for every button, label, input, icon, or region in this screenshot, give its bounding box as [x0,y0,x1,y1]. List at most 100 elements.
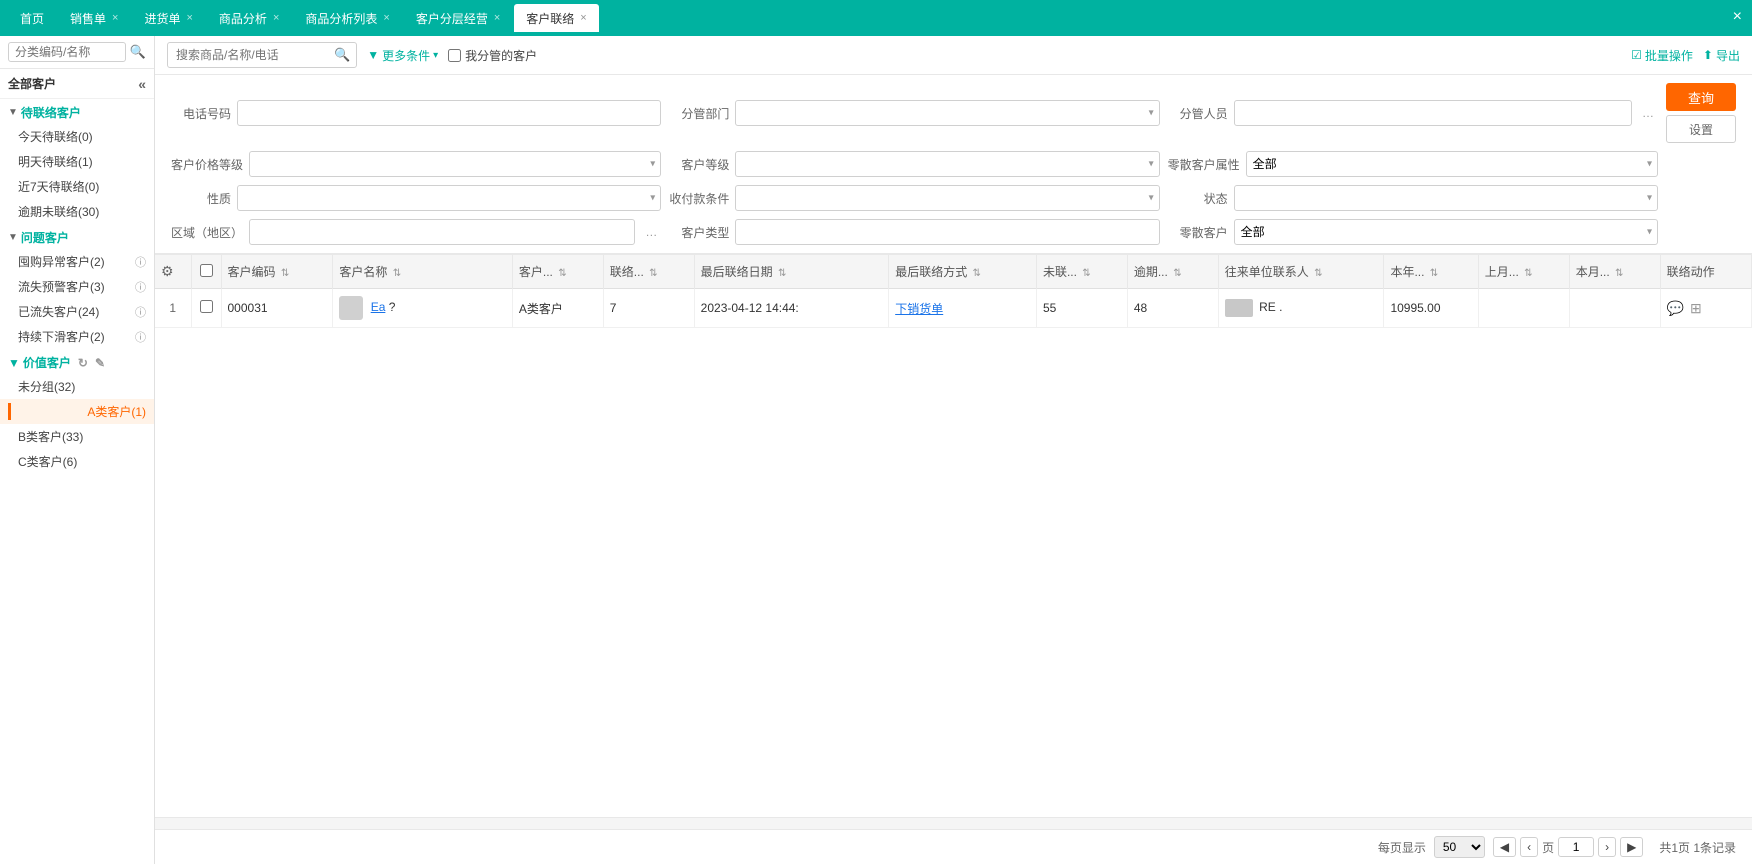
td-overdue: 48 [1127,289,1218,328]
info-icon-declining[interactable]: ⓘ [135,329,146,345]
chat-icon[interactable]: 💬 [1667,300,1684,317]
tab-customer-tier[interactable]: 客户分层经营 × [404,4,512,32]
th-this-month-sort[interactable]: ⇅ [1615,268,1623,279]
sidebar-item-tomorrow[interactable]: 明天待联络(1) [0,149,154,174]
th-overdue-sort[interactable]: ⇅ [1173,268,1181,279]
page-prev-btn[interactable]: ‹ [1520,837,1538,857]
table-settings-icon[interactable]: ⚙ [161,263,174,279]
filter-more-arrow: ▾ [433,50,438,61]
th-uncontacted-sort[interactable]: ⇅ [1082,268,1090,279]
group-problem[interactable]: ▼ 问题客户 [0,224,154,249]
filter-status-select[interactable] [1234,185,1658,211]
filter-dept-select[interactable] [735,100,1159,126]
filter-phone-input[interactable] [237,100,661,126]
per-page-select[interactable]: 50 100 200 [1434,836,1485,858]
table-row: 1 000031 Ea ? A类客户 7 2023-04-12 14:44: [155,289,1752,328]
batch-op-btn[interactable]: ☑ 批量操作 [1631,47,1693,64]
tab-goods-analysis[interactable]: 商品分析 × [207,4,291,32]
all-customers-label: 全部客户 [8,75,56,92]
td-last-date: 2023-04-12 14:44: [694,289,889,328]
sidebar-search-icon[interactable]: 🔍 [130,44,146,60]
tab-home[interactable]: 首页 [8,4,56,32]
th-last-date: 最后联络日期 ⇅ [694,255,889,289]
filter-nature-select[interactable] [237,185,661,211]
td-name-text[interactable]: Ea [371,300,386,314]
tab-home-label: 首页 [20,10,44,27]
td-actions: 💬 ⊞ [1660,289,1751,328]
sidebar-search-input[interactable] [8,42,126,62]
filter-retail-label: 零散客户 [1168,224,1228,241]
filter-dept-label: 分管部门 [669,105,729,122]
filter-region-dots[interactable]: … [641,225,661,239]
filter-person-input[interactable] [1234,100,1632,126]
sidebar-item-class-a[interactable]: A类客户(1) [0,399,154,424]
toolbar-search-button[interactable]: 🔍 [328,47,356,63]
qr-icon[interactable]: ⊞ [1690,300,1702,317]
tab-goods-list[interactable]: 商品分析列表 × [293,4,401,32]
tab-purchase-label: 进货单 [144,10,180,27]
sidebar-item-hoarding[interactable]: 囤购异常客户(2) ⓘ [0,249,154,274]
tab-purchase[interactable]: 进货单 × [132,4,204,32]
filter-cust-level-select[interactable] [735,151,1159,177]
tab-sales-close[interactable]: × [112,12,118,24]
filter-region: 区域（地区） … [171,219,661,245]
filter-payment-select[interactable] [735,185,1159,211]
sidebar-item-today[interactable]: 今天待联络(0) [0,124,154,149]
filter-retail-select[interactable]: 全部 [1234,219,1658,245]
toolbar-search-input[interactable] [168,48,328,62]
horizontal-scrollbar[interactable] [155,817,1752,829]
page-last-btn[interactable]: ▶ [1620,837,1643,857]
filter-region-input[interactable] [249,219,635,245]
group-pending-contact[interactable]: ▼ 待联络客户 [0,99,154,124]
sidebar-item-7days[interactable]: 近7天待联络(0) [0,174,154,199]
select-all-checkbox[interactable] [200,264,213,277]
tab-customer-contact-close[interactable]: × [580,12,586,24]
sidebar-item-class-c[interactable]: C类客户(6) [0,449,154,474]
th-last-date-sort[interactable]: ⇅ [778,268,786,279]
query-button[interactable]: 查询 [1666,83,1736,111]
sidebar-item-class-b[interactable]: B类客户(33) [0,424,154,449]
page-number-input[interactable] [1558,837,1594,857]
sidebar-item-declining[interactable]: 持续下滑客户(2) ⓘ [0,324,154,349]
export-btn[interactable]: ⬆ 导出 [1703,47,1740,64]
th-contact-person-sort[interactable]: ⇅ [1314,268,1322,279]
th-contact-sort[interactable]: ⇅ [649,268,657,279]
tab-goods-list-close[interactable]: × [383,12,389,24]
sidebar-item-churned[interactable]: 已流失客户(24) ⓘ [0,299,154,324]
th-code-sort[interactable]: ⇅ [281,268,289,279]
filter-more-btn[interactable]: ▼ 更多条件 ▾ [367,47,438,64]
th-last-method-sort[interactable]: ⇅ [973,268,981,279]
my-customer-checkbox[interactable] [448,49,461,62]
info-icon-churned[interactable]: ⓘ [135,304,146,320]
page-next-btn[interactable]: › [1598,837,1616,857]
td-code: 000031 [221,289,333,328]
th-level-sort[interactable]: ⇅ [558,268,566,279]
sidebar-item-overdue[interactable]: 逾期未联络(30) [0,199,154,224]
filter-retail-attr-select[interactable]: 全部 [1246,151,1658,177]
tab-customer-contact[interactable]: 客户联络 × [514,4,598,32]
tab-goods-analysis-close[interactable]: × [273,12,279,24]
page-first-btn[interactable]: ◀ [1493,837,1516,857]
tab-purchase-close[interactable]: × [186,12,192,24]
td-last-method-link[interactable]: 下销货单 [895,302,943,316]
group-value-refresh-icon[interactable]: ↻ [78,356,88,370]
th-last-month-sort[interactable]: ⇅ [1524,268,1532,279]
sidebar-item-churn-warn[interactable]: 流失预警客户(3) ⓘ [0,274,154,299]
info-icon-churn-warn[interactable]: ⓘ [135,279,146,295]
group-value-edit-icon[interactable]: ✎ [95,356,105,370]
info-icon-hoarding[interactable]: ⓘ [135,254,146,270]
filter-price-level-select[interactable] [249,151,661,177]
th-this-year-sort[interactable]: ⇅ [1430,268,1438,279]
filter-cust-type-input[interactable] [735,219,1159,245]
th-name-sort[interactable]: ⇅ [393,268,401,279]
app-close-icon[interactable]: × [1733,8,1742,26]
filter-person-dots[interactable]: … [1638,106,1658,120]
sidebar-collapse-icon[interactable]: « [138,76,146,92]
group-value-arrow[interactable]: ▼ [8,356,20,370]
tab-customer-tier-close[interactable]: × [494,12,500,24]
tab-sales[interactable]: 销售单 × [58,4,130,32]
sidebar-item-ungroup[interactable]: 未分组(32) [0,374,154,399]
settings-button[interactable]: 设置 [1666,115,1736,143]
th-action: 联络动作 [1660,255,1751,289]
row-checkbox[interactable] [200,300,213,313]
